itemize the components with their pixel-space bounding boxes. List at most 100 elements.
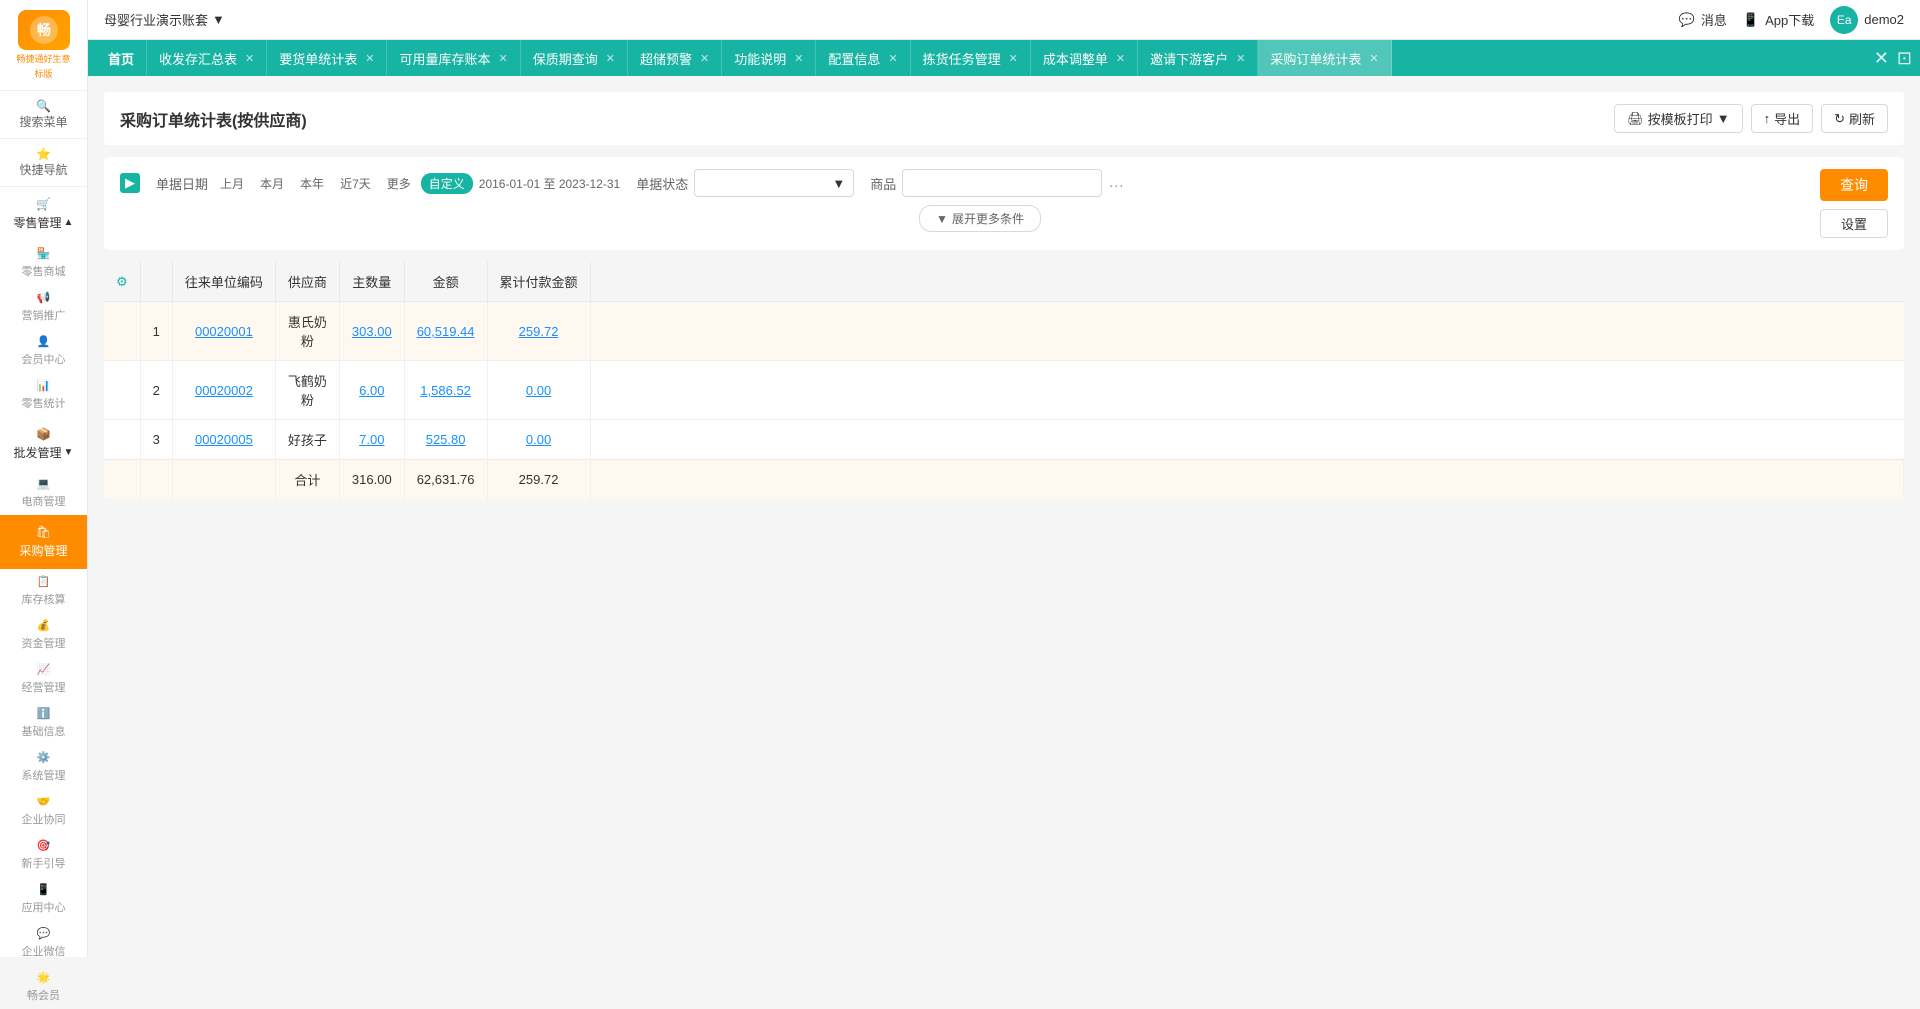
row3-code-link[interactable]: 00020005: [195, 432, 253, 447]
finance-icon: 💰: [37, 619, 51, 632]
tab-receive-send-close[interactable]: ✕: [245, 52, 254, 65]
goods-input[interactable]: [902, 169, 1102, 197]
tab-order-stat-close[interactable]: ✕: [365, 52, 374, 65]
tab-inventory-book[interactable]: 可用量库存账本 ✕: [387, 40, 520, 76]
date-tag-last-month[interactable]: 上月: [214, 174, 250, 193]
row3-paid-link[interactable]: 0.00: [526, 432, 551, 447]
sidebar-item-ecommerce[interactable]: 💻 电商管理: [0, 471, 87, 515]
workspace-selector[interactable]: 母婴行业演示账套 ▼: [104, 10, 225, 29]
settings-button[interactable]: 设置: [1820, 209, 1888, 238]
sidebar-item-app-center[interactable]: 📱 应用中心: [0, 877, 87, 921]
date-tag-7days[interactable]: 近7天: [334, 174, 377, 193]
workspace-chevron-icon: ▼: [212, 12, 225, 27]
sidebar-item-member2[interactable]: 🌟 畅会员: [0, 965, 87, 1009]
sidebar-item-newbie[interactable]: 🎯 新手引导: [0, 833, 87, 877]
user-info[interactable]: Ea demo2: [1830, 6, 1904, 34]
date-tag-this-month[interactable]: 本月: [254, 174, 290, 193]
sidebar-item-basic[interactable]: ℹ️ 基础信息: [0, 701, 87, 745]
tab-pick-task[interactable]: 拣货任务管理 ✕: [911, 40, 1031, 76]
sidebar-item-retail[interactable]: 🛒 零售管理 ▲: [0, 187, 87, 241]
tab-expiry-close[interactable]: ✕: [606, 52, 615, 65]
sidebar-item-operation[interactable]: 📈 经营管理: [0, 657, 87, 701]
tab-invite-downstream[interactable]: 邀请下游客户 ✕: [1138, 40, 1258, 76]
query-button[interactable]: 查询: [1820, 169, 1888, 201]
row1-amount-link[interactable]: 60,519.44: [417, 324, 475, 339]
td-row2-settings: [104, 361, 140, 420]
sidebar-item-quick-nav[interactable]: ⭐ 快捷导航: [0, 139, 87, 187]
tfoot-settings: [104, 460, 140, 500]
tab-purchase-stat[interactable]: 采购订单统计表 ✕: [1258, 40, 1391, 76]
sidebar-item-marketing[interactable]: 📢 营销推广: [0, 285, 87, 329]
row1-qty-link[interactable]: 303.00: [352, 324, 392, 339]
maximize-window-icon[interactable]: ⊡: [1897, 48, 1912, 69]
tab-function-desc-close[interactable]: ✕: [794, 52, 803, 65]
row2-amount-link[interactable]: 1,586.52: [420, 383, 471, 398]
filter-collapse-btn[interactable]: ▶: [120, 173, 140, 193]
chevron-down-icon: ▲: [64, 217, 74, 228]
date-tag-more[interactable]: 更多: [381, 174, 417, 193]
refresh-button[interactable]: ↻ 刷新: [1821, 104, 1888, 133]
goods-more-btn[interactable]: …: [1108, 174, 1124, 192]
message-label: 消息: [1701, 10, 1727, 29]
td-row1-extra: [590, 302, 1903, 361]
th-qty: 主数量: [339, 262, 404, 302]
tab-receive-send[interactable]: 收发存汇总表 ✕: [147, 40, 267, 76]
row1-code-link[interactable]: 00020001: [195, 324, 253, 339]
row2-qty-link[interactable]: 6.00: [359, 383, 384, 398]
tab-pick-task-close[interactable]: ✕: [1009, 52, 1018, 65]
expand-more-button[interactable]: ▼ 展开更多条件: [919, 205, 1041, 232]
tab-purchase-stat-close[interactable]: ✕: [1369, 52, 1378, 65]
message-icon: 💬: [1679, 12, 1695, 28]
row2-paid-link[interactable]: 0.00: [526, 383, 551, 398]
sidebar-item-wholesale[interactable]: 📦 批发管理 ▼: [0, 417, 87, 471]
tab-config-close[interactable]: ✕: [888, 52, 897, 65]
sidebar-item-retail-mall[interactable]: 🏪 零售商城: [0, 241, 87, 285]
tab-cost-adjust[interactable]: 成本调整单 ✕: [1031, 40, 1138, 76]
tab-inventory-book-close[interactable]: ✕: [499, 52, 508, 65]
tab-home[interactable]: 首页: [96, 40, 147, 76]
tab-overstock[interactable]: 超储预警 ✕: [628, 40, 722, 76]
sidebar-item-finance[interactable]: 💰 资金管理: [0, 613, 87, 657]
date-tag-custom[interactable]: 自定义: [421, 173, 473, 194]
status-select[interactable]: ▼: [694, 169, 854, 197]
tab-home-label: 首页: [108, 49, 134, 68]
tab-invite-downstream-close[interactable]: ✕: [1236, 52, 1245, 65]
newbie-icon: 🎯: [37, 839, 51, 852]
sidebar-item-purchase[interactable]: 🛍 采购管理: [0, 515, 87, 569]
sidebar-item-inventory[interactable]: 📋 库存核算: [0, 569, 87, 613]
tab-expiry[interactable]: 保质期查询 ✕: [521, 40, 628, 76]
row3-qty-link[interactable]: 7.00: [359, 432, 384, 447]
tab-cost-adjust-close[interactable]: ✕: [1116, 52, 1125, 65]
wholesale-label: 批发管理: [14, 444, 62, 461]
tab-cost-adjust-label: 成本调整单: [1043, 49, 1108, 68]
sidebar-item-enterprise-wx[interactable]: 💬 企业微信: [0, 921, 87, 965]
td-row2-qty: 6.00: [339, 361, 404, 420]
tab-overstock-close[interactable]: ✕: [700, 52, 709, 65]
message-btn[interactable]: 💬 消息: [1679, 10, 1727, 29]
close-window-icon[interactable]: ✕: [1874, 48, 1889, 69]
tfoot-extra: [590, 460, 1903, 500]
sidebar-item-search[interactable]: 🔍 搜索菜单: [0, 91, 87, 139]
workspace-name: 母婴行业演示账套: [104, 10, 208, 29]
th-settings[interactable]: ⚙: [104, 262, 140, 302]
filter-row-1: 单据日期 上月 本月 本年 近7天 更多 自定义 2016-01-01 至 20…: [156, 169, 1804, 197]
sidebar-item-system[interactable]: ⚙️ 系统管理: [0, 745, 87, 789]
system-icon: ⚙️: [37, 751, 51, 764]
date-tag-this-year[interactable]: 本年: [294, 174, 330, 193]
tab-order-stat[interactable]: 要货单统计表 ✕: [267, 40, 387, 76]
tab-function-desc[interactable]: 功能说明 ✕: [722, 40, 816, 76]
sidebar-item-retail-stat[interactable]: 📊 零售统计: [0, 373, 87, 417]
logo-image: 畅: [18, 10, 70, 50]
sidebar-item-enterprise[interactable]: 🤝 企业协同: [0, 789, 87, 833]
marketing-label: 营销推广: [22, 307, 66, 323]
print-button[interactable]: 🖨 按模板打印 ▼: [1614, 104, 1742, 133]
row2-code-link[interactable]: 00020002: [195, 383, 253, 398]
row1-paid-link[interactable]: 259.72: [519, 324, 559, 339]
tab-config[interactable]: 配置信息 ✕: [816, 40, 910, 76]
row3-amount-link[interactable]: 525.80: [426, 432, 466, 447]
export-button[interactable]: ↑ 导出: [1751, 104, 1814, 133]
sidebar-item-member[interactable]: 👤 会员中心: [0, 329, 87, 373]
app-download-btn[interactable]: 📱 App下载: [1743, 10, 1814, 29]
retail-label: 零售管理: [14, 214, 62, 231]
filter-fields: 单据日期 上月 本月 本年 近7天 更多 自定义 2016-01-01 至 20…: [156, 169, 1804, 232]
